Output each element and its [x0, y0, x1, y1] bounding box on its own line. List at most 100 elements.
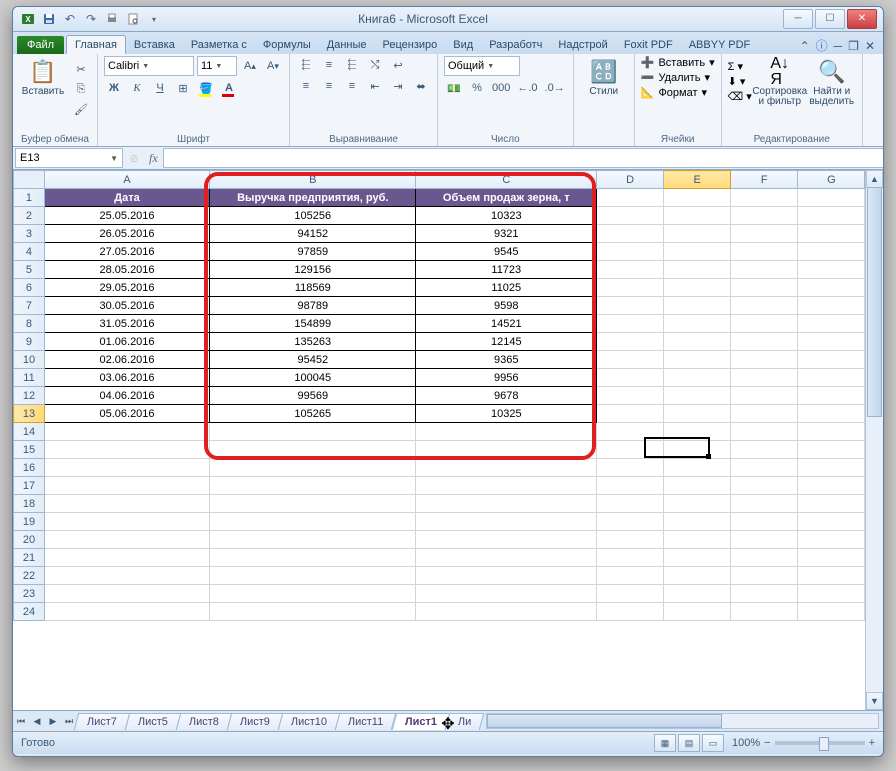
- styles-button[interactable]: 🔠 Стили: [580, 56, 628, 99]
- cell[interactable]: [731, 585, 798, 603]
- row-header[interactable]: 24: [14, 603, 45, 621]
- align-center-icon[interactable]: ≡: [319, 77, 339, 95]
- col-header-D[interactable]: D: [597, 171, 664, 189]
- cell[interactable]: 99569: [210, 387, 416, 405]
- row-header[interactable]: 4: [14, 243, 45, 261]
- cell[interactable]: 11723: [416, 261, 597, 279]
- cell[interactable]: [597, 603, 664, 621]
- cell[interactable]: [44, 423, 209, 441]
- tab-foxit[interactable]: Foxit PDF: [616, 36, 681, 54]
- row-header[interactable]: 14: [14, 423, 45, 441]
- cell[interactable]: [731, 243, 798, 261]
- cell[interactable]: [798, 261, 865, 279]
- cell[interactable]: [798, 495, 865, 513]
- cell[interactable]: [731, 315, 798, 333]
- cell[interactable]: [597, 459, 664, 477]
- cell[interactable]: 25.05.2016: [44, 207, 209, 225]
- excel-icon[interactable]: X: [19, 10, 37, 28]
- cell[interactable]: [416, 495, 597, 513]
- cell[interactable]: 05.06.2016: [44, 405, 209, 423]
- cell[interactable]: 100045: [210, 369, 416, 387]
- vertical-scrollbar[interactable]: ▲ ▼: [865, 170, 883, 710]
- row-header[interactable]: 12: [14, 387, 45, 405]
- row-header[interactable]: 1: [14, 189, 45, 207]
- cell[interactable]: 03.06.2016: [44, 369, 209, 387]
- cell[interactable]: [44, 549, 209, 567]
- cell[interactable]: [731, 189, 798, 207]
- cell[interactable]: 135263: [210, 333, 416, 351]
- format-painter-icon[interactable]: 🖌: [71, 100, 91, 118]
- cell[interactable]: [731, 603, 798, 621]
- scroll-up-icon[interactable]: ▲: [866, 170, 883, 188]
- row-header[interactable]: 6: [14, 279, 45, 297]
- increase-font-icon[interactable]: A▴: [240, 57, 260, 75]
- autosum-button[interactable]: Σ ▾: [728, 60, 752, 73]
- sheet-tab[interactable]: Ли: [444, 713, 484, 730]
- cell[interactable]: [731, 333, 798, 351]
- row-header[interactable]: 17: [14, 477, 45, 495]
- cell[interactable]: [210, 441, 416, 459]
- tab-nav-next-icon[interactable]: ▶: [45, 713, 61, 729]
- cut-icon[interactable]: ✂: [71, 60, 91, 78]
- cell[interactable]: [597, 549, 664, 567]
- cell[interactable]: 11025: [416, 279, 597, 297]
- orientation-icon[interactable]: ⤭: [365, 56, 385, 74]
- align-middle-icon[interactable]: ≡: [319, 56, 339, 74]
- cell[interactable]: [597, 189, 664, 207]
- cell[interactable]: [798, 243, 865, 261]
- cell[interactable]: [798, 513, 865, 531]
- font-size-dropdown[interactable]: 11▼: [197, 56, 237, 76]
- tab-view[interactable]: Вид: [445, 36, 481, 54]
- cell[interactable]: [664, 459, 731, 477]
- border-button[interactable]: ⊞: [173, 79, 193, 97]
- cell[interactable]: [798, 423, 865, 441]
- cell[interactable]: [664, 549, 731, 567]
- increase-decimal-icon[interactable]: ←.0: [515, 79, 539, 97]
- cell[interactable]: 10323: [416, 207, 597, 225]
- cell[interactable]: 02.06.2016: [44, 351, 209, 369]
- cell[interactable]: [597, 225, 664, 243]
- cell[interactable]: [731, 441, 798, 459]
- cell[interactable]: [210, 513, 416, 531]
- cell[interactable]: [210, 459, 416, 477]
- wrap-text-icon[interactable]: ↩: [388, 56, 408, 74]
- cell[interactable]: [664, 351, 731, 369]
- col-header-A[interactable]: A: [44, 171, 209, 189]
- cell[interactable]: 27.05.2016: [44, 243, 209, 261]
- view-normal-icon[interactable]: ▦: [654, 734, 676, 752]
- sheet-tab[interactable]: Лист10: [278, 713, 341, 730]
- cell[interactable]: [416, 531, 597, 549]
- align-left-icon[interactable]: ≡: [296, 77, 316, 95]
- increase-indent-icon[interactable]: ⇥: [388, 77, 408, 95]
- cell[interactable]: [731, 549, 798, 567]
- cell[interactable]: [664, 315, 731, 333]
- cell[interactable]: [210, 567, 416, 585]
- row-header[interactable]: 19: [14, 513, 45, 531]
- cell[interactable]: [731, 567, 798, 585]
- cell[interactable]: [664, 261, 731, 279]
- cell[interactable]: 01.06.2016: [44, 333, 209, 351]
- cell[interactable]: [731, 261, 798, 279]
- cell[interactable]: [44, 531, 209, 549]
- cell[interactable]: [597, 441, 664, 459]
- cells-insert-button[interactable]: ➕Вставить ▾: [641, 56, 715, 69]
- number-format-dropdown[interactable]: Общий▼: [444, 56, 520, 76]
- align-top-icon[interactable]: ⬱: [296, 56, 316, 74]
- close-button[interactable]: ✕: [847, 9, 877, 29]
- cell[interactable]: [798, 441, 865, 459]
- cell[interactable]: 9678: [416, 387, 597, 405]
- cell[interactable]: 26.05.2016: [44, 225, 209, 243]
- cell[interactable]: [44, 441, 209, 459]
- cell[interactable]: [731, 531, 798, 549]
- cell[interactable]: [210, 549, 416, 567]
- cell[interactable]: Дата: [44, 189, 209, 207]
- cell[interactable]: [210, 495, 416, 513]
- cell[interactable]: Выручка предприятия, руб.: [210, 189, 416, 207]
- cell[interactable]: [597, 585, 664, 603]
- cell[interactable]: 10325: [416, 405, 597, 423]
- cell[interactable]: [664, 495, 731, 513]
- cell[interactable]: [416, 459, 597, 477]
- zoom-slider[interactable]: [775, 741, 865, 745]
- tab-nav-first-icon[interactable]: ⏮: [13, 713, 29, 729]
- cell[interactable]: [798, 315, 865, 333]
